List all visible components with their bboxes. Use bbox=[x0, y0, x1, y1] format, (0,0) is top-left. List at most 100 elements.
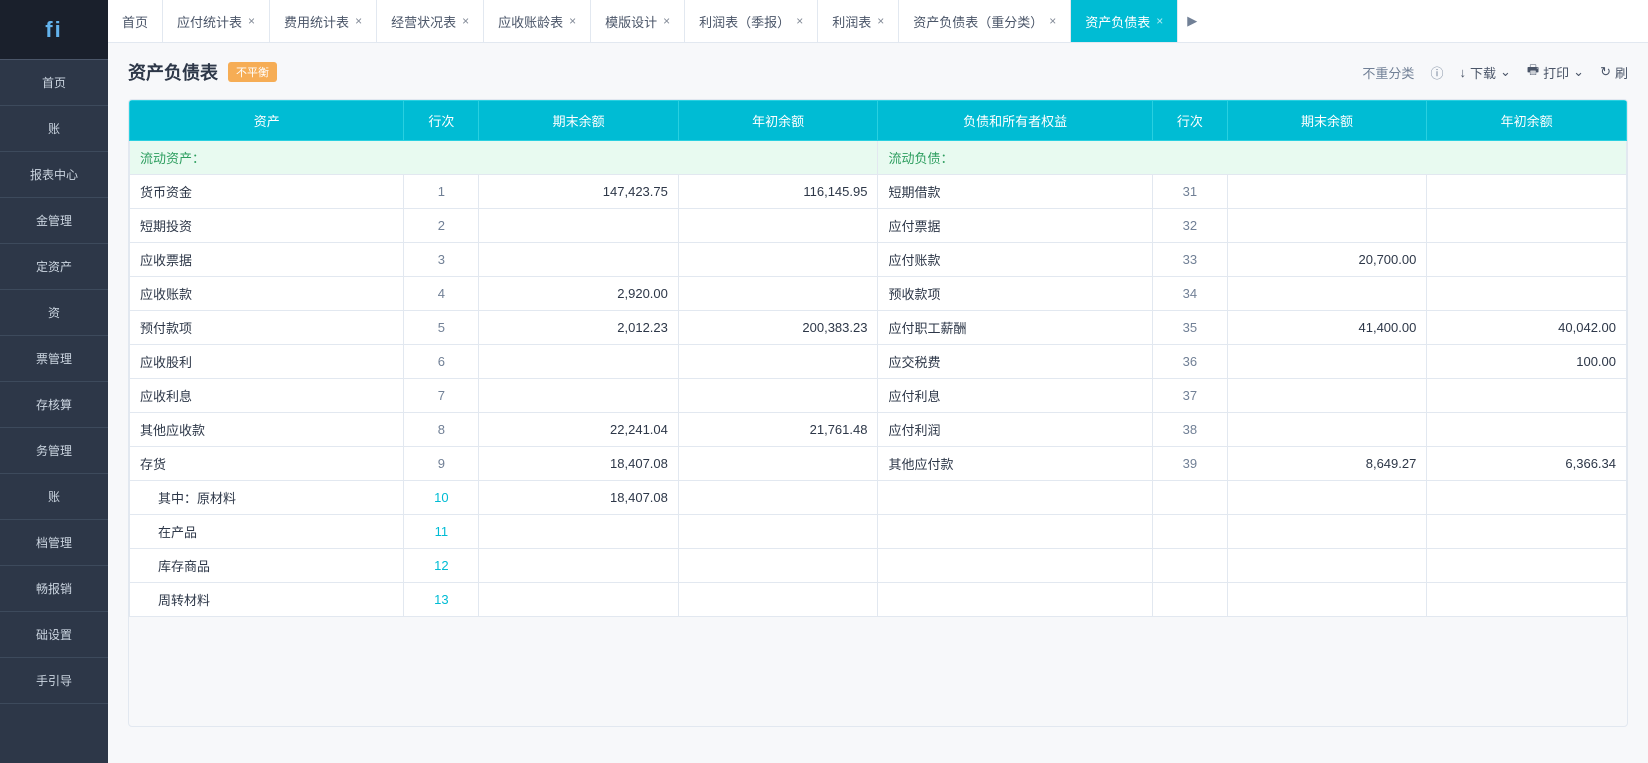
print-button[interactable]: 🖶 打印 ⌄ bbox=[1527, 61, 1584, 83]
row-num: 2 bbox=[404, 209, 479, 243]
page-header: 资产负债表 不平衡 不重分类 ⓘ ↓ 下载 ⌄ 🖶 打印 ⌄ bbox=[128, 59, 1628, 85]
year-start bbox=[678, 583, 878, 617]
liability-label bbox=[878, 583, 1152, 617]
sidebar-item-investment[interactable]: 资 bbox=[0, 290, 108, 336]
liability-label: 应付职工薪酬 bbox=[878, 311, 1152, 345]
tab-close-balance-sheet[interactable]: × bbox=[1156, 14, 1163, 28]
tab-close-profit[interactable]: × bbox=[877, 14, 884, 28]
asset-label: 应收账款 bbox=[130, 277, 404, 311]
year-start2 bbox=[1427, 481, 1627, 515]
tab-close-profit-quarterly[interactable]: × bbox=[796, 14, 803, 28]
row-num2 bbox=[1152, 583, 1227, 617]
year-start bbox=[678, 243, 878, 277]
table-row: 库存商品 12 bbox=[130, 549, 1627, 583]
table-row: 货币资金 1 147,423.75 116,145.95 短期借款 31 bbox=[130, 175, 1627, 209]
sidebar-item-settings[interactable]: 础设置 bbox=[0, 612, 108, 658]
year-start2 bbox=[1427, 413, 1627, 447]
tab-scroll-right[interactable]: ▶ bbox=[1178, 0, 1206, 42]
col-year-start-balance2: 年初余额 bbox=[1427, 101, 1627, 141]
tab-profit[interactable]: 利润表× bbox=[818, 0, 899, 42]
sidebar-item-cash-mgmt[interactable]: 金管理 bbox=[0, 198, 108, 244]
end-balance2: 8,649.27 bbox=[1227, 447, 1427, 481]
end-balance bbox=[479, 243, 679, 277]
row-num2: 38 bbox=[1152, 413, 1227, 447]
section-asset-label: 流动资产： bbox=[130, 141, 878, 175]
end-balance2 bbox=[1227, 583, 1427, 617]
tab-profit-quarterly[interactable]: 利润表（季报）× bbox=[685, 0, 818, 42]
tab-close-expense-stats[interactable]: × bbox=[355, 14, 362, 28]
year-start bbox=[678, 345, 878, 379]
asset-label: 短期投资 bbox=[130, 209, 404, 243]
sidebar-item-inventory[interactable]: 存核算 bbox=[0, 382, 108, 428]
year-start bbox=[678, 277, 878, 311]
sidebar-item-archive[interactable]: 档管理 bbox=[0, 520, 108, 566]
end-balance2 bbox=[1227, 379, 1427, 413]
sidebar-item-account[interactable]: 账 bbox=[0, 106, 108, 152]
asset-label: 应收股利 bbox=[130, 345, 404, 379]
help-icon[interactable]: ⓘ bbox=[1430, 63, 1443, 82]
tab-balance-reclassify[interactable]: 资产负债表（重分类）× bbox=[899, 0, 1071, 42]
sidebar-item-ticket-mgmt[interactable]: 票管理 bbox=[0, 336, 108, 382]
tab-balance-sheet[interactable]: 资产负债表× bbox=[1071, 0, 1178, 42]
sidebar-item-home[interactable]: 首页 bbox=[0, 60, 108, 106]
row-num: 7 bbox=[404, 379, 479, 413]
end-balance: 147,423.75 bbox=[479, 175, 679, 209]
page-title: 资产负债表 bbox=[128, 59, 218, 85]
year-start: 200,383.23 bbox=[678, 311, 878, 345]
sidebar-logo: fi bbox=[0, 0, 108, 60]
row-num: 9 bbox=[404, 447, 479, 481]
download-button[interactable]: ↓ 下载 ⌄ bbox=[1459, 63, 1510, 82]
liability-label bbox=[878, 549, 1152, 583]
tab-expense-stats[interactable]: 费用统计表× bbox=[270, 0, 377, 42]
tab-close-payable-stats[interactable]: × bbox=[248, 14, 255, 28]
col-rownum: 行次 bbox=[404, 101, 479, 141]
liability-label: 应付票据 bbox=[878, 209, 1152, 243]
sidebar-item-guide[interactable]: 手引导 bbox=[0, 658, 108, 704]
end-balance2 bbox=[1227, 413, 1427, 447]
refresh-button[interactable]: ↻ 刷 bbox=[1600, 63, 1628, 82]
asset-label: 周转材料 bbox=[130, 583, 404, 617]
tab-payable-stats[interactable]: 应付统计表× bbox=[163, 0, 270, 42]
table-row: 应收股利 6 应交税费 36 100.00 bbox=[130, 345, 1627, 379]
tab-close-balance-reclassify[interactable]: × bbox=[1049, 14, 1056, 28]
tab-close-operation-status[interactable]: × bbox=[462, 14, 469, 28]
tab-close-receivable-aging[interactable]: × bbox=[569, 14, 576, 28]
liability-label bbox=[878, 481, 1152, 515]
year-start bbox=[678, 447, 878, 481]
sidebar-item-fixed-assets[interactable]: 定资产 bbox=[0, 244, 108, 290]
asset-label: 存货 bbox=[130, 447, 404, 481]
tab-receivable-aging[interactable]: 应收账龄表× bbox=[484, 0, 591, 42]
sidebar-item-ledger[interactable]: 账 bbox=[0, 474, 108, 520]
sidebar-item-report-center[interactable]: 报表中心 bbox=[0, 152, 108, 198]
row-num: 8 bbox=[404, 413, 479, 447]
end-balance: 22,241.04 bbox=[479, 413, 679, 447]
year-start2: 100.00 bbox=[1427, 345, 1627, 379]
year-start2 bbox=[1427, 583, 1627, 617]
row-num: 11 bbox=[404, 515, 479, 549]
end-balance: 18,407.08 bbox=[479, 481, 679, 515]
tab-close-template-design[interactable]: × bbox=[663, 14, 670, 28]
end-balance bbox=[479, 515, 679, 549]
tab-template-design[interactable]: 模版设计× bbox=[591, 0, 685, 42]
year-start2 bbox=[1427, 549, 1627, 583]
row-num2: 39 bbox=[1152, 447, 1227, 481]
year-start2 bbox=[1427, 277, 1627, 311]
table-row: 短期投资 2 应付票据 32 bbox=[130, 209, 1627, 243]
row-num: 6 bbox=[404, 345, 479, 379]
row-num2: 37 bbox=[1152, 379, 1227, 413]
sidebar-item-expense[interactable]: 畅报销 bbox=[0, 566, 108, 612]
liability-label: 其他应付款 bbox=[878, 447, 1152, 481]
sidebar-item-tax-mgmt[interactable]: 务管理 bbox=[0, 428, 108, 474]
asset-label: 货币资金 bbox=[130, 175, 404, 209]
row-num2: 31 bbox=[1152, 175, 1227, 209]
balance-sheet-table-wrapper: 资产 行次 期末余额 年初余额 负债和所有者权益 行次 期末余额 年初余额 流动… bbox=[128, 99, 1628, 727]
table-row: 应收票据 3 应付账款 33 20,700.00 bbox=[130, 243, 1627, 277]
asset-label: 其中：原材料 bbox=[130, 481, 404, 515]
end-balance2 bbox=[1227, 209, 1427, 243]
liability-label: 短期借款 bbox=[878, 175, 1152, 209]
tab-home[interactable]: 首页 bbox=[108, 0, 163, 42]
end-balance bbox=[479, 345, 679, 379]
tab-operation-status[interactable]: 经营状况表× bbox=[377, 0, 484, 42]
row-num: 13 bbox=[404, 583, 479, 617]
section-liability-label: 流动负债： bbox=[878, 141, 1627, 175]
